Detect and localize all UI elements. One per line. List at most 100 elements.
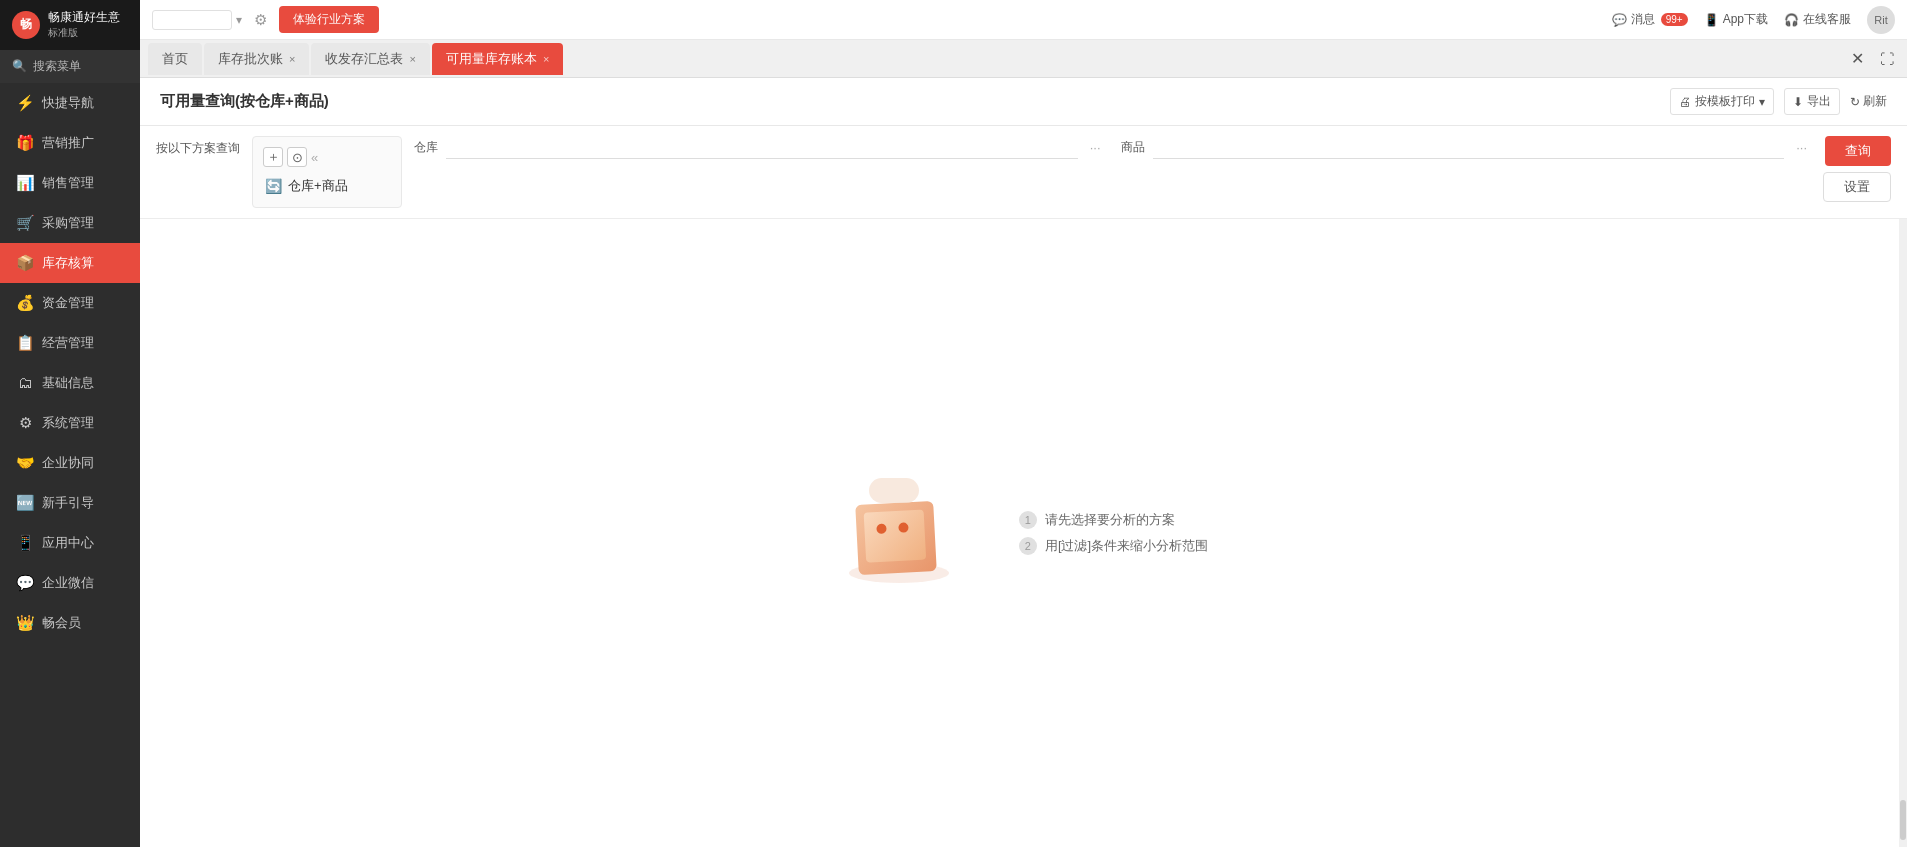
avatar-label: Rit bbox=[1867, 6, 1895, 34]
app-center-icon: 📱 bbox=[16, 534, 34, 552]
sidebar-item-quick-nav[interactable]: ⚡ 快捷导航 bbox=[0, 83, 140, 123]
tab-batch-account[interactable]: 库存批次账 × bbox=[204, 43, 309, 75]
system-icon: ⚙ bbox=[16, 414, 34, 432]
search-icon: 🔍 bbox=[12, 59, 27, 73]
experience-btn[interactable]: 体验行业方案 bbox=[279, 6, 379, 33]
sidebar-item-basic-info[interactable]: 🗂 基础信息 bbox=[0, 363, 140, 403]
sidebar-item-guide[interactable]: 🆕 新手引导 bbox=[0, 483, 140, 523]
goods-more-icon[interactable]: ··· bbox=[1792, 140, 1811, 155]
scheme-icon: 🔄 bbox=[265, 178, 282, 194]
goods-label: 商品 bbox=[1121, 139, 1145, 156]
enterprise-icon: 🤝 bbox=[16, 454, 34, 472]
breadcrumb-input[interactable] bbox=[152, 10, 232, 30]
sidebar-item-enterprise[interactable]: 🤝 企业协同 bbox=[0, 443, 140, 483]
member-icon: 👑 bbox=[16, 614, 34, 632]
illustration-cloud bbox=[869, 478, 919, 503]
sidebar: 畅 畅康通好生意 标准版 🔍 搜索菜单 ⚡ 快捷导航 🎁 营销推广 📊 销售管理… bbox=[0, 0, 140, 847]
refresh-icon: ↻ bbox=[1850, 95, 1860, 109]
purchase-icon: 🛒 bbox=[16, 214, 34, 232]
close-icon[interactable]: × bbox=[543, 53, 549, 65]
chevron-down-icon: ▾ bbox=[236, 13, 242, 27]
sidebar-item-label: 快捷导航 bbox=[42, 94, 94, 112]
warehouse-input[interactable] bbox=[446, 136, 1078, 159]
empty-hints: 1 请先选择要分析的方案 2 用[过滤]条件来缩小分析范围 bbox=[1019, 511, 1208, 555]
tab-home[interactable]: 首页 bbox=[148, 43, 202, 75]
sidebar-item-label: 库存核算 bbox=[42, 254, 94, 272]
user-avatar[interactable]: Rit bbox=[1867, 6, 1895, 34]
sidebar-item-label: 采购管理 bbox=[42, 214, 94, 232]
empty-illustration bbox=[839, 478, 959, 588]
filter-actions: 查询 设置 bbox=[1823, 136, 1891, 202]
filter-area: 按以下方案查询 ＋ ⊙ « 🔄 仓库+商品 仓库 ··· bbox=[140, 126, 1907, 219]
sidebar-item-sales[interactable]: 📊 销售管理 bbox=[0, 163, 140, 203]
sales-icon: 📊 bbox=[16, 174, 34, 192]
sidebar-search[interactable]: 🔍 搜索菜单 bbox=[0, 50, 140, 83]
chevron-down-icon: ▾ bbox=[1759, 95, 1765, 109]
app-title: 畅康通好生意 bbox=[48, 10, 120, 26]
sidebar-item-label: 畅会员 bbox=[42, 614, 81, 632]
scrollbar-thumb[interactable] bbox=[1900, 800, 1906, 840]
query-btn[interactable]: 查询 bbox=[1825, 136, 1891, 166]
page-title: 可用量查询(按仓库+商品) bbox=[160, 92, 329, 111]
illustration-box bbox=[855, 501, 937, 575]
tab-close-all-btn[interactable]: ✕ bbox=[1845, 47, 1869, 71]
hint-text-2: 用[过滤]条件来缩小分析范围 bbox=[1045, 537, 1208, 555]
filter-settings-btn[interactable]: 设置 bbox=[1823, 172, 1891, 202]
sidebar-item-wechat[interactable]: 💬 企业微信 bbox=[0, 563, 140, 603]
marketing-icon: 🎁 bbox=[16, 134, 34, 152]
goods-input[interactable] bbox=[1153, 136, 1785, 159]
refresh-label: 刷新 bbox=[1863, 93, 1887, 110]
export-icon: ⬇ bbox=[1793, 95, 1803, 109]
customer-service-label: 在线客服 bbox=[1803, 11, 1851, 28]
tab-label: 库存批次账 bbox=[218, 50, 283, 68]
sidebar-search-label: 搜索菜单 bbox=[33, 58, 81, 75]
guide-icon: 🆕 bbox=[16, 494, 34, 512]
sidebar-item-label: 基础信息 bbox=[42, 374, 94, 392]
sidebar-item-label: 经营管理 bbox=[42, 334, 94, 352]
tabs-bar: 首页 库存批次账 × 收发存汇总表 × 可用量库存账本 × ✕ ⛶ bbox=[140, 40, 1907, 78]
gear-icon[interactable]: ⚙ bbox=[250, 11, 271, 29]
sidebar-item-system[interactable]: ⚙ 系统管理 bbox=[0, 403, 140, 443]
scheme-collapse-btn[interactable]: « bbox=[311, 150, 318, 165]
main-content: ▾ ⚙ 体验行业方案 💬 消息 99+ 📱 App下载 🎧 在线客服 Rit bbox=[140, 0, 1907, 847]
tab-label: 首页 bbox=[162, 50, 188, 68]
app-subtitle: 标准版 bbox=[48, 26, 120, 40]
tab-label: 收发存汇总表 bbox=[325, 50, 403, 68]
inventory-icon: 📦 bbox=[16, 254, 34, 272]
sidebar-item-finance[interactable]: 💰 资金管理 bbox=[0, 283, 140, 323]
scheme-header: ＋ ⊙ « bbox=[253, 143, 401, 171]
app-download-btn[interactable]: 📱 App下载 bbox=[1704, 11, 1768, 28]
sidebar-item-purchase[interactable]: 🛒 采购管理 bbox=[0, 203, 140, 243]
tab-inventory-summary[interactable]: 收发存汇总表 × bbox=[311, 43, 429, 75]
refresh-btn[interactable]: ↻ 刷新 bbox=[1850, 93, 1887, 110]
hint-num-2: 2 bbox=[1019, 537, 1037, 555]
sidebar-nav: ⚡ 快捷导航 🎁 营销推广 📊 销售管理 🛒 采购管理 📦 库存核算 💰 资金管… bbox=[0, 83, 140, 847]
sidebar-item-inventory[interactable]: 📦 库存核算 bbox=[0, 243, 140, 283]
tab-expand-btn[interactable]: ⛶ bbox=[1875, 47, 1899, 71]
scheme-config-btn[interactable]: ⊙ bbox=[287, 147, 307, 167]
content-area: 1 请先选择要分析的方案 2 用[过滤]条件来缩小分析范围 bbox=[140, 219, 1907, 847]
right-scrollbar[interactable] bbox=[1899, 219, 1907, 847]
message-btn[interactable]: 💬 消息 99+ bbox=[1612, 11, 1688, 28]
app-logo: 畅 bbox=[12, 11, 40, 39]
print-btn[interactable]: 🖨 按模板打印 ▾ bbox=[1670, 88, 1774, 115]
scheme-add-btn[interactable]: ＋ bbox=[263, 147, 283, 167]
export-btn[interactable]: ⬇ 导出 bbox=[1784, 88, 1840, 115]
tab-label: 可用量库存账本 bbox=[446, 50, 537, 68]
tab-available-stock[interactable]: 可用量库存账本 × bbox=[432, 43, 563, 75]
sidebar-item-label: 企业协同 bbox=[42, 454, 94, 472]
sidebar-item-member[interactable]: 👑 畅会员 bbox=[0, 603, 140, 643]
scheme-item-warehouse-goods[interactable]: 🔄 仓库+商品 bbox=[253, 171, 401, 201]
close-icon[interactable]: × bbox=[289, 53, 295, 65]
sidebar-item-operations[interactable]: 📋 经营管理 bbox=[0, 323, 140, 363]
close-icon[interactable]: × bbox=[409, 53, 415, 65]
scheme-item-label: 仓库+商品 bbox=[288, 177, 348, 195]
warehouse-more-icon[interactable]: ··· bbox=[1086, 140, 1105, 155]
sidebar-item-marketing[interactable]: 🎁 营销推广 bbox=[0, 123, 140, 163]
basic-info-icon: 🗂 bbox=[16, 374, 34, 391]
customer-service-btn[interactable]: 🎧 在线客服 bbox=[1784, 11, 1851, 28]
sidebar-item-app-center[interactable]: 📱 应用中心 bbox=[0, 523, 140, 563]
illus-eye-right bbox=[898, 522, 909, 533]
message-icon: 💬 bbox=[1612, 13, 1627, 27]
app-download-label: App下载 bbox=[1723, 11, 1768, 28]
